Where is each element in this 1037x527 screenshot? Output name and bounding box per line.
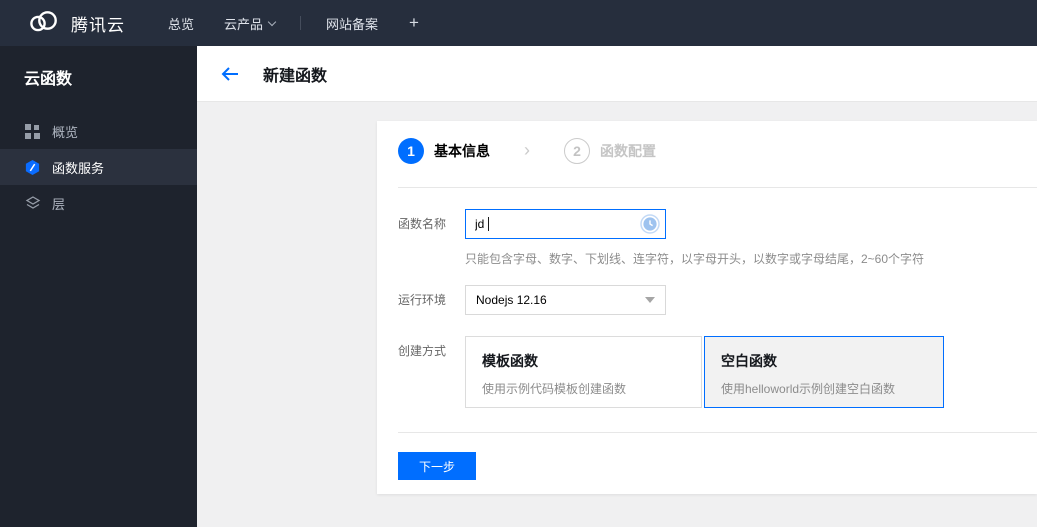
- function-name-input-wrap: [465, 209, 666, 239]
- sidebar: 云函数 概览 函数服务 层: [0, 46, 197, 527]
- step-indicator: 1 基本信息 › 2 函数配置: [398, 136, 1037, 166]
- scf-hexagon-icon: [24, 159, 41, 176]
- sidebar-item-label: 概览: [52, 124, 79, 140]
- template-function-desc: 使用示例代码模板创建函数: [482, 382, 627, 396]
- topbar: 腾讯云 总览 云产品 网站备案 +: [0, 0, 1037, 46]
- tencent-cloud-logo[interactable]: 腾讯云: [0, 9, 153, 38]
- runtime-select-value: Nodejs 12.16: [476, 293, 547, 307]
- select-caret-icon: [645, 297, 655, 303]
- sidebar-item-label: 函数服务: [52, 160, 105, 176]
- creation-method-row: 创建方式 模板函数 使用示例代码模板创建函数 空白函数 使用helloworld…: [398, 336, 1037, 408]
- blank-function-card[interactable]: 空白函数 使用helloworld示例创建空白函数: [704, 336, 944, 408]
- nav-item-products[interactable]: 云产品: [209, 0, 290, 46]
- sidebar-item-overview[interactable]: 概览: [0, 113, 197, 149]
- sidebar-item-label: 层: [52, 196, 66, 212]
- runtime-label: 运行环境: [398, 293, 447, 307]
- step-arrow-icon: ›: [524, 139, 530, 160]
- back-button[interactable]: [217, 61, 243, 87]
- blank-function-title: 空白函数: [721, 353, 777, 369]
- step-2-circle: 2: [564, 138, 590, 164]
- page-header: 新建函数: [197, 46, 1037, 102]
- nav-divider: [300, 16, 302, 30]
- sidebar-item-function-service[interactable]: 函数服务: [0, 149, 197, 185]
- wizard-card: 1 基本信息 › 2 函数配置 函数名称 jd 只能包含字母、数字、下划线、连字…: [377, 121, 1037, 494]
- sidebar-item-layers[interactable]: 层: [0, 185, 197, 221]
- step-1-circle: 1: [398, 138, 424, 164]
- nav-icp-label: 网站备案: [326, 16, 379, 32]
- top-nav: 总览 云产品 网站备案 +: [153, 0, 435, 46]
- input-history-clock-icon[interactable]: [640, 214, 660, 239]
- nav-item-overview[interactable]: 总览: [153, 0, 209, 46]
- template-function-title: 模板函数: [482, 353, 538, 369]
- nav-overview-label: 总览: [168, 16, 195, 32]
- function-name-label: 函数名称: [398, 217, 447, 231]
- sidebar-title: 云函数: [24, 71, 73, 88]
- function-name-row: 函数名称 jd 只能包含字母、数字、下划线、连字符，以字母开头，以数字或字母结尾…: [398, 209, 1037, 267]
- runtime-select[interactable]: Nodejs 12.16: [465, 285, 666, 315]
- content-body: 1 基本信息 › 2 函数配置 函数名称 jd 只能包含字母、数字、下划线、连字…: [197, 102, 1037, 527]
- step-2-label: 函数配置: [600, 143, 656, 159]
- template-function-card[interactable]: 模板函数 使用示例代码模板创建函数: [465, 336, 702, 408]
- runtime-row: 运行环境 Nodejs 12.16: [398, 285, 1037, 315]
- page-title: 新建函数: [263, 67, 328, 85]
- nav-products-label: 云产品: [224, 16, 264, 32]
- step-1-label: 基本信息: [434, 143, 490, 159]
- next-step-button[interactable]: 下一步: [398, 452, 476, 480]
- function-name-help: 只能包含字母、数字、下划线、连字符，以字母开头，以数字或字母结尾，2~60个字符: [465, 252, 925, 266]
- footer-divider: [398, 432, 1037, 433]
- creation-method-label: 创建方式: [398, 344, 447, 358]
- function-name-input[interactable]: [465, 209, 666, 239]
- add-tab-button[interactable]: +: [393, 13, 435, 33]
- blank-function-desc: 使用helloworld示例创建空白函数: [721, 382, 896, 396]
- logo-text: 腾讯云: [71, 15, 125, 35]
- section-divider: [398, 187, 1037, 188]
- chevron-down-icon: [267, 17, 277, 26]
- cloud-logo-icon: [26, 9, 60, 38]
- layers-icon: [24, 195, 41, 212]
- text-caret: [488, 217, 489, 231]
- grid-icon: [24, 123, 41, 140]
- content-area: 新建函数 1 基本信息 › 2 函数配置 函数名称 jd 只能包含字母、数字、下…: [197, 46, 1037, 527]
- nav-item-icp[interactable]: 网站备案: [311, 0, 393, 46]
